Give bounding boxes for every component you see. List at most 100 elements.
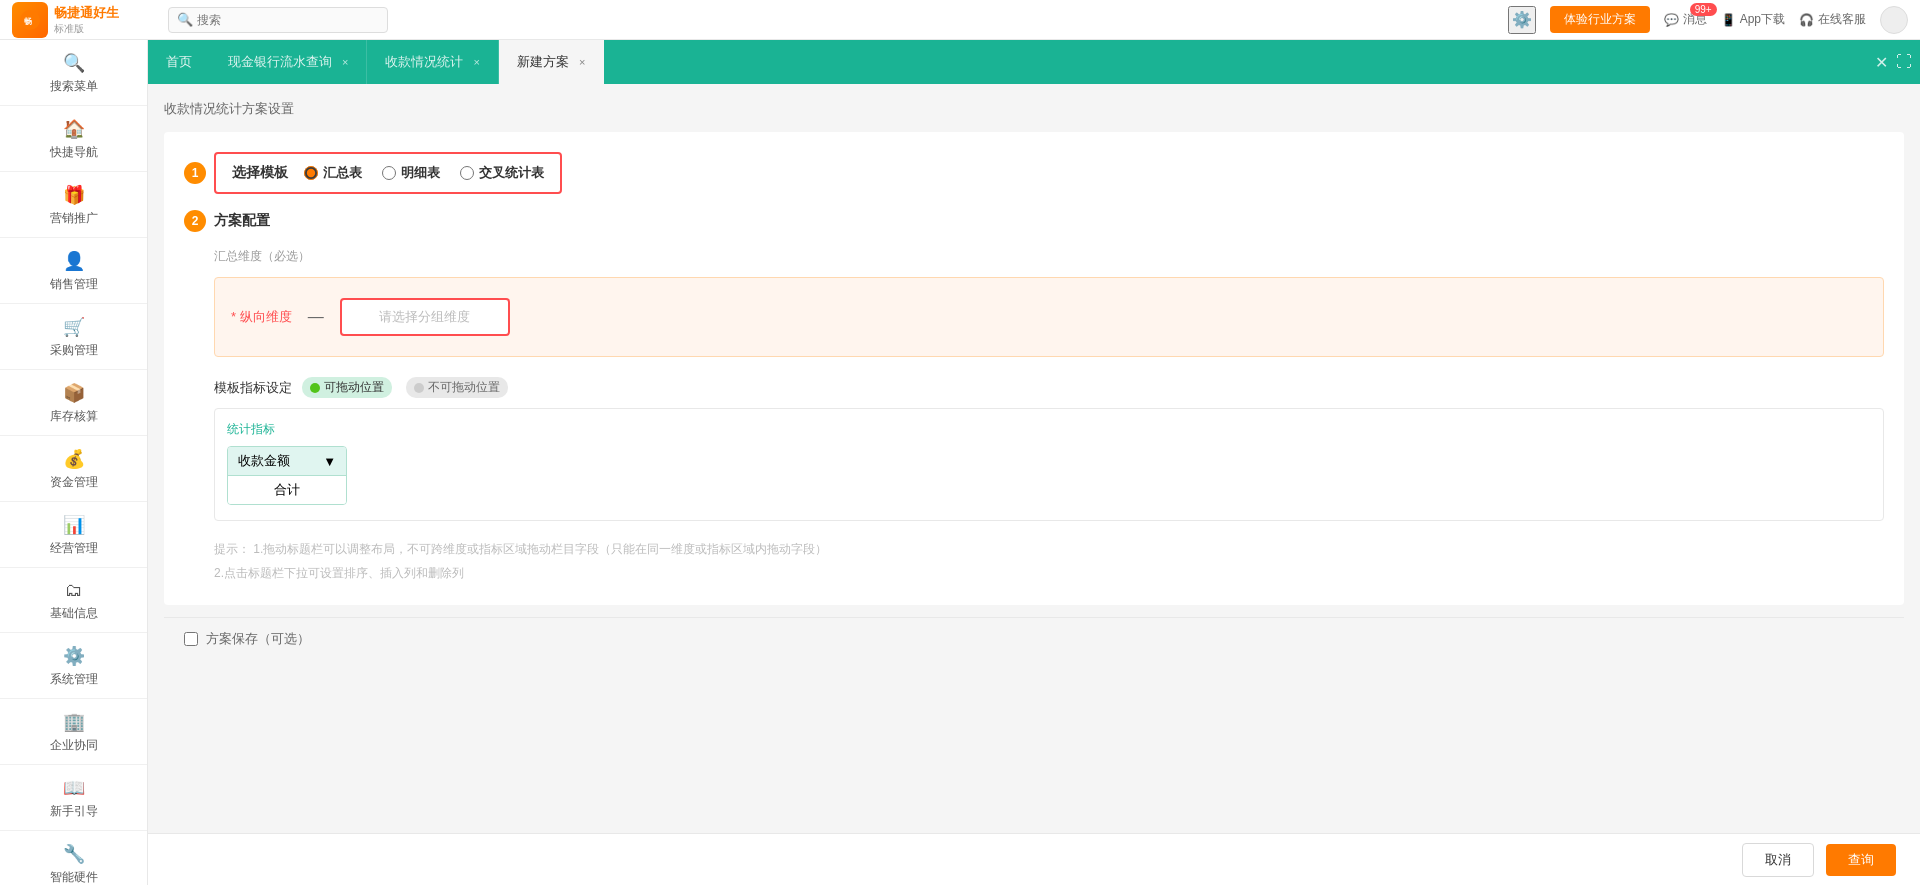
tab-new-plan-close[interactable]: × [579, 56, 585, 68]
arrow-icon: — [308, 308, 324, 326]
tab-cash-flow-label: 现金银行流水查询 [228, 53, 332, 71]
svg-text:畅: 畅 [24, 17, 32, 26]
message-badge: 99+ [1690, 3, 1717, 16]
metrics-header: 模板指标设定 可拖动位置 不可拖动位置 [214, 377, 1884, 398]
chart-icon: 📊 [63, 514, 85, 536]
dimension-selector[interactable]: 请选择分组维度 [340, 298, 510, 336]
config-body: 汇总维度（必选） * 纵向维度 — 请选择分组维度 模板指 [214, 248, 1884, 585]
radio-summary-input[interactable] [304, 166, 318, 180]
radio-summary-label: 汇总表 [323, 164, 362, 182]
tab-receipt-stats[interactable]: 收款情况统计 × [367, 40, 498, 84]
radio-summary[interactable]: 汇总表 [304, 164, 362, 182]
step1-num: 1 [184, 162, 206, 184]
sidebar-label-marketing: 营销推广 [50, 210, 98, 227]
tab-home[interactable]: 首页 [148, 40, 210, 84]
radio-detail-label: 明细表 [401, 164, 440, 182]
sidebar: 🔍 搜索菜单 🏠 快捷导航 🎁 营销推广 👤 销售管理 🛒 采购管理 📦 库存核… [0, 40, 148, 885]
search-menu-icon: 🔍 [63, 52, 85, 74]
close-window-icon[interactable]: ✕ [1875, 53, 1888, 72]
logo-subtitle: 标准版 [54, 22, 119, 36]
sidebar-label-quick: 快捷导航 [50, 144, 98, 161]
sidebar-label-hardware: 智能硬件 [50, 869, 98, 885]
gear-button[interactable]: ⚙️ [1508, 6, 1536, 34]
hint-1-text: 提示： 1.拖动标题栏可以调整布局，不可跨维度或指标区域拖动栏目字段（只能在同一… [214, 537, 827, 561]
metric-chip-row[interactable]: 收款金额 ▼ [228, 447, 346, 476]
support-label: 在线客服 [1818, 11, 1866, 28]
sidebar-item-purchase[interactable]: 🛒 采购管理 [0, 304, 147, 370]
message-button[interactable]: 💬 消息 99+ [1664, 11, 1707, 28]
step1-title-text: 选择模板 [232, 164, 288, 182]
sidebar-item-marketing[interactable]: 🎁 营销推广 [0, 172, 147, 238]
metrics-area: 统计指标 收款金额 ▼ 合计 [214, 408, 1884, 521]
tab-home-label: 首页 [166, 53, 192, 71]
support-icon: 🎧 [1799, 13, 1814, 27]
sidebar-item-hardware[interactable]: 🔧 智能硬件 [0, 831, 147, 885]
maximize-icon[interactable]: ⛶ [1896, 53, 1912, 71]
logo-title: 畅捷通好生 [54, 4, 119, 22]
tab-cash-flow-close[interactable]: × [342, 56, 348, 68]
top-bar: 畅 畅捷通好生 标准版 🔍 ⚙️ 体验行业方案 💬 消息 99+ 📱 App下载… [0, 0, 1920, 40]
support-button[interactable]: 🎧 在线客服 [1799, 11, 1866, 28]
fixed-label: 不可拖动位置 [428, 379, 500, 396]
try-industry-button[interactable]: 体验行业方案 [1550, 6, 1650, 33]
message-icon: 💬 [1664, 13, 1679, 27]
step1-header: 1 选择模板 汇总表 [184, 152, 1884, 194]
movable-dot [310, 383, 320, 393]
tab-receipt-stats-label: 收款情况统计 [385, 53, 463, 71]
sidebar-label-guide: 新手引导 [50, 803, 98, 820]
folder-icon: 🗂 [65, 580, 83, 601]
tab-new-plan[interactable]: 新建方案 × [499, 40, 604, 84]
sidebar-item-operations[interactable]: 📊 经营管理 [0, 502, 147, 568]
sidebar-item-basic[interactable]: 🗂 基础信息 [0, 568, 147, 633]
download-button[interactable]: 📱 App下载 [1721, 11, 1785, 28]
hint-1: 提示： 1.拖动标题栏可以调整布局，不可跨维度或指标区域拖动栏目字段（只能在同一… [214, 537, 1884, 561]
top-actions: ⚙️ 体验行业方案 💬 消息 99+ 📱 App下载 🎧 在线客服 [1508, 6, 1908, 34]
metric-chip-label: 收款金额 [238, 452, 290, 470]
save-label: 方案保存（可选） [206, 630, 310, 648]
dimension-title-text: 汇总维度（必选） [214, 249, 310, 263]
step1-label: 选择模板 汇总表 明细表 [214, 152, 562, 194]
sidebar-item-collab[interactable]: 🏢 企业协同 [0, 699, 147, 765]
sidebar-label-purchase: 采购管理 [50, 342, 98, 359]
dimension-placeholder: 请选择分组维度 [379, 309, 470, 324]
book-icon: 📖 [63, 777, 85, 799]
sidebar-item-sales[interactable]: 👤 销售管理 [0, 238, 147, 304]
total-row: 合计 [228, 476, 346, 504]
cancel-button[interactable]: 取消 [1742, 843, 1814, 877]
search-input[interactable] [197, 13, 379, 27]
search-box[interactable]: 🔍 [168, 7, 388, 33]
hint-2-text: 2.点击标题栏下拉可设置排序、插入列和删除列 [214, 561, 464, 585]
sidebar-item-inventory[interactable]: 📦 库存核算 [0, 370, 147, 436]
user-avatar[interactable] [1880, 6, 1908, 34]
bottom-bar: 取消 查询 [148, 833, 1920, 885]
movable-chip: 可拖动位置 [302, 377, 392, 398]
avatar-placeholder [1880, 6, 1908, 34]
sidebar-item-search[interactable]: 🔍 搜索菜单 [0, 40, 147, 106]
sidebar-label-system: 系统管理 [50, 671, 98, 688]
main-layout: 🔍 搜索菜单 🏠 快捷导航 🎁 营销推广 👤 销售管理 🛒 采购管理 📦 库存核… [0, 40, 1920, 885]
sidebar-item-quick[interactable]: 🏠 快捷导航 [0, 106, 147, 172]
sidebar-label-operations: 经营管理 [50, 540, 98, 557]
draggable-legend: 可拖动位置 不可拖动位置 [302, 377, 508, 398]
sidebar-item-finance[interactable]: 💰 资金管理 [0, 436, 147, 502]
sidebar-item-guide[interactable]: 📖 新手引导 [0, 765, 147, 831]
radio-cross-input[interactable] [460, 166, 474, 180]
sidebar-item-system[interactable]: ⚙️ 系统管理 [0, 633, 147, 699]
search-icon: 🔍 [177, 12, 193, 27]
radio-cross[interactable]: 交叉统计表 [460, 164, 544, 182]
radio-detail-input[interactable] [382, 166, 396, 180]
query-button[interactable]: 查询 [1826, 844, 1896, 876]
save-checkbox[interactable] [184, 632, 198, 646]
sidebar-label-inventory: 库存核算 [50, 408, 98, 425]
page-title: 收款情况统计方案设置 [164, 100, 1904, 118]
hints-section: 提示： 1.拖动标题栏可以调整布局，不可跨维度或指标区域拖动栏目字段（只能在同一… [214, 537, 1884, 585]
cart-icon: 🛒 [63, 316, 85, 338]
download-label: App下载 [1740, 11, 1785, 28]
radio-detail[interactable]: 明细表 [382, 164, 440, 182]
movable-label: 可拖动位置 [324, 379, 384, 396]
download-icon: 📱 [1721, 13, 1736, 27]
step2-section: 2 方案配置 汇总维度（必选） * 纵向维度 — 请选择分组维度 [184, 210, 1884, 585]
tab-receipt-stats-close[interactable]: × [473, 56, 479, 68]
dimension-section-title: 汇总维度（必选） [214, 248, 1884, 265]
tab-cash-flow[interactable]: 现金银行流水查询 × [210, 40, 367, 84]
